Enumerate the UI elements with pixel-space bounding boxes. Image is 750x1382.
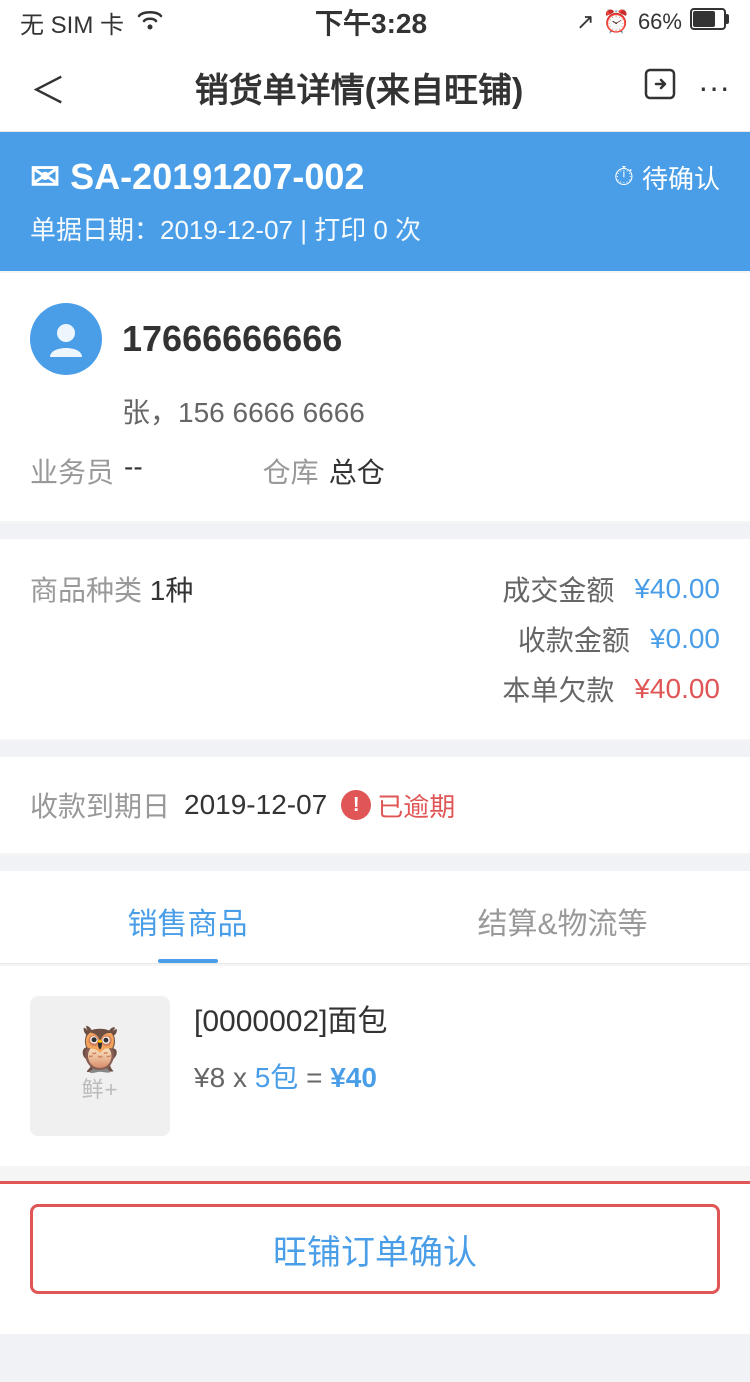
product-item: 🦉 鲜+ [0000002]面包 ¥8 x 5包 = ¥40 bbox=[0, 966, 750, 1166]
status-bar: 无 SIM 卡 下午3:28 ↗ ⏰ 66% bbox=[0, 0, 750, 44]
owed-value: ¥40.00 bbox=[634, 673, 720, 705]
order-date: 单据日期：2019-12-07 | 打印 0 次 bbox=[30, 210, 720, 247]
due-section: 收款到期日 2019-12-07 ! 已逾期 bbox=[0, 757, 750, 853]
order-id-icon: ✉ bbox=[30, 156, 60, 198]
customer-avatar bbox=[30, 303, 102, 375]
battery-icon bbox=[690, 8, 730, 36]
wifi-icon bbox=[134, 8, 166, 37]
product-equals: = bbox=[306, 1062, 330, 1093]
page-title: 销货单详情(来自旺铺) bbox=[76, 63, 642, 112]
alarm-icon: ⏰ bbox=[603, 9, 630, 35]
overdue-text: 已逾期 bbox=[377, 787, 455, 824]
salesperson-label: 业务员 bbox=[30, 451, 114, 491]
tab-settlement-label: 结算&物流等 bbox=[477, 908, 647, 941]
product-price: ¥8 x 5包 = ¥40 bbox=[194, 1056, 720, 1096]
confirm-button-wrap: 旺铺订单确认 bbox=[0, 1181, 750, 1334]
time-display: 下午3:28 bbox=[315, 2, 427, 42]
transaction-label: 成交金额 bbox=[502, 569, 614, 609]
due-label: 收款到期日 bbox=[30, 785, 170, 825]
owed-label: 本单欠款 bbox=[502, 669, 614, 709]
tab-products-label: 销售商品 bbox=[128, 908, 248, 941]
product-type-label: 商品种类 bbox=[30, 575, 142, 606]
received-value: ¥0.00 bbox=[650, 623, 720, 655]
divider-3 bbox=[0, 855, 750, 871]
product-multiply: x bbox=[233, 1062, 255, 1093]
order-header: ✉ SA-20191207-002 ⏱ 待确认 单据日期：2019-12-07 … bbox=[0, 132, 750, 271]
product-thumbnail: 🦉 鲜+ bbox=[30, 996, 170, 1136]
summary-section: 商品种类 1种 成交金额 ¥40.00 收款金额 ¥0.00 本单欠款 ¥40.… bbox=[0, 539, 750, 739]
status-right: ↗ ⏰ 66% bbox=[576, 8, 730, 36]
product-unit-price: ¥8 bbox=[194, 1062, 225, 1093]
more-button[interactable]: ··· bbox=[698, 69, 730, 106]
product-thumb-owl: 🦉 bbox=[73, 1028, 128, 1072]
product-info: [0000002]面包 ¥8 x 5包 = ¥40 bbox=[194, 996, 720, 1096]
summary-right: 成交金额 ¥40.00 收款金额 ¥0.00 本单欠款 ¥40.00 bbox=[502, 569, 720, 709]
tabs-section: 销售商品 结算&物流等 bbox=[0, 871, 750, 964]
transaction-value: ¥40.00 bbox=[634, 573, 720, 605]
warehouse-label: 仓库 bbox=[263, 451, 319, 491]
nav-actions: ··· bbox=[642, 66, 730, 110]
carrier-text: 无 SIM 卡 bbox=[20, 5, 124, 40]
customer-section: 17666666666 张，156 6666 6666 业务员 -- 仓库 总仓 bbox=[0, 273, 750, 521]
status-text: 待确认 bbox=[642, 159, 720, 196]
location-icon: ↗ bbox=[576, 9, 594, 35]
battery-text: 66% bbox=[638, 9, 682, 35]
nav-bar: ＜ 销货单详情(来自旺铺) ··· bbox=[0, 44, 750, 132]
tabs-header: 销售商品 结算&物流等 bbox=[0, 871, 750, 964]
salesperson-value: -- bbox=[124, 451, 143, 491]
back-button[interactable]: ＜ bbox=[20, 52, 76, 124]
product-total: ¥40 bbox=[330, 1062, 377, 1093]
confirm-button[interactable]: 旺铺订单确认 bbox=[30, 1204, 720, 1294]
order-id-text: SA-20191207-002 bbox=[70, 156, 364, 198]
customer-phone: 17666666666 bbox=[122, 318, 342, 360]
product-type-count: 1种 bbox=[150, 575, 194, 606]
order-id: ✉ SA-20191207-002 bbox=[30, 156, 364, 198]
status-left: 无 SIM 卡 bbox=[20, 5, 166, 40]
share-button[interactable] bbox=[642, 66, 678, 110]
received-label: 收款金额 bbox=[518, 619, 630, 659]
warehouse-value: 总仓 bbox=[329, 451, 385, 491]
due-date: 2019-12-07 bbox=[184, 789, 327, 821]
order-status: ⏱ 待确认 bbox=[614, 159, 720, 196]
product-name: [0000002]面包 bbox=[194, 996, 720, 1040]
product-thumb-text: 鲜+ bbox=[82, 1072, 119, 1104]
tab-settlement[interactable]: 结算&物流等 bbox=[375, 871, 750, 963]
overdue-icon: ! bbox=[341, 790, 371, 820]
tab-products[interactable]: 销售商品 bbox=[0, 871, 375, 963]
divider-2 bbox=[0, 741, 750, 757]
product-quantity: 5包 bbox=[255, 1062, 299, 1093]
overdue-badge: ! 已逾期 bbox=[341, 787, 455, 824]
customer-meta: 业务员 -- 仓库 总仓 bbox=[30, 451, 720, 491]
divider-1 bbox=[0, 523, 750, 539]
status-clock-icon: ⏱ bbox=[614, 161, 634, 193]
customer-name: 张，156 6666 6666 bbox=[30, 391, 720, 431]
